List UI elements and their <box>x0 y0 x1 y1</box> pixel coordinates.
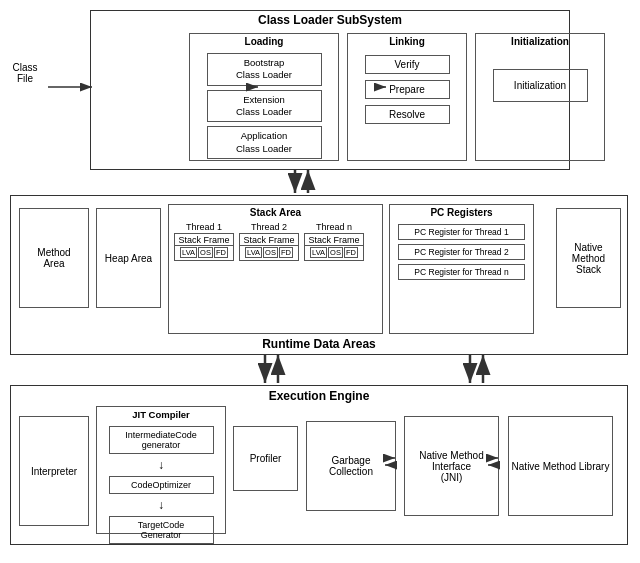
thread-1-col: Thread 1 Stack Frame LVA OS FD <box>174 222 234 261</box>
verify-box: Verify <box>365 55 450 74</box>
stack-frame-label-n: Stack Frame <box>305 235 363 245</box>
lva-2: LVA <box>245 247 262 258</box>
initialization-box: Initialization <box>493 69 588 102</box>
loading-title: Loading <box>190 34 338 49</box>
execution-engine: Execution Engine Interpreter JIT Compile… <box>10 385 628 545</box>
stack-frame-n: Stack Frame LVA OS FD <box>304 233 364 261</box>
prepare-box: Prepare <box>365 80 450 99</box>
garbage-collection: GarbageCollection <box>306 421 396 511</box>
stack-cells-n: LVA OS FD <box>305 245 363 259</box>
jit-compiler: JIT Compiler IntermediateCodegenerator ↓… <box>96 406 226 534</box>
pc-thread-n: PC Register for Thread n <box>398 264 525 280</box>
jit-arrow-1: ↓ <box>158 458 164 472</box>
application-loader: ApplicationClass Loader <box>207 126 322 159</box>
initialization-title: Initialization <box>476 34 604 49</box>
native-method-interface: Native MethodInterface(JNI) <box>404 416 499 516</box>
initialization-section: Initialization Initialization <box>475 33 605 161</box>
class-loader-subsystem: Class Loader SubSystem Loading Bootstrap… <box>90 10 570 170</box>
stack-cells-1: LVA OS FD <box>175 245 233 259</box>
thread-n-col: Thread n Stack Frame LVA OS FD <box>304 222 364 261</box>
target-code-generator: TargetCodeGenerator <box>109 516 214 544</box>
os-2: OS <box>263 247 278 258</box>
linking-boxes: Verify Prepare Resolve <box>348 49 466 130</box>
os-n: OS <box>328 247 343 258</box>
pc-registers-title: PC Registers <box>390 205 533 220</box>
pc-thread-2: PC Register for Thread 2 <box>398 244 525 260</box>
loading-section: Loading BootstrapClass Loader ExtensionC… <box>189 33 339 161</box>
stack-frame-2: Stack Frame LVA OS FD <box>239 233 299 261</box>
resolve-box: Resolve <box>365 105 450 124</box>
stack-frame-1: Stack Frame LVA OS FD <box>174 233 234 261</box>
runtime-title: Runtime Data Areas <box>11 337 627 351</box>
extension-loader: ExtensionClass Loader <box>207 90 322 123</box>
heap-area: Heap Area <box>96 208 161 308</box>
native-method-library: Native Method Library <box>508 416 613 516</box>
lva-1: LVA <box>180 247 197 258</box>
intermediate-code-generator: IntermediateCodegenerator <box>109 426 214 454</box>
thread-2-label: Thread 2 <box>251 222 287 232</box>
threads-row: Thread 1 Stack Frame LVA OS FD Thread 2 … <box>169 220 382 263</box>
jit-boxes: IntermediateCodegenerator ↓ CodeOptimize… <box>97 422 225 548</box>
thread-1-label: Thread 1 <box>186 222 222 232</box>
fd-n: FD <box>344 247 358 258</box>
linking-title: Linking <box>348 34 466 49</box>
stack-frame-label-1: Stack Frame <box>175 235 233 245</box>
lva-n: LVA <box>310 247 327 258</box>
fd-1: FD <box>214 247 228 258</box>
stack-area: Stack Area Thread 1 Stack Frame LVA OS F… <box>168 204 383 334</box>
diagram-container: ClassFile Class Loader SubSystem Loading… <box>0 0 640 563</box>
linking-section: Linking Verify Prepare Resolve <box>347 33 467 161</box>
method-area: MethodArea <box>19 208 89 308</box>
execution-engine-title: Execution Engine <box>11 386 627 403</box>
interpreter: Interpreter <box>19 416 89 526</box>
bootstrap-loader: BootstrapClass Loader <box>207 53 322 86</box>
stack-area-title: Stack Area <box>169 205 382 220</box>
code-optimizer: CodeOptimizer <box>109 476 214 494</box>
loader-boxes: BootstrapClass Loader ExtensionClass Loa… <box>190 49 338 163</box>
runtime-data-areas: MethodArea Heap Area Stack Area Thread 1… <box>10 195 628 355</box>
jit-arrow-2: ↓ <box>158 498 164 512</box>
pc-registers: PC Registers PC Register for Thread 1 PC… <box>389 204 534 334</box>
fd-2: FD <box>279 247 293 258</box>
thread-n-label: Thread n <box>316 222 352 232</box>
thread-2-col: Thread 2 Stack Frame LVA OS FD <box>239 222 299 261</box>
class-loader-title: Class Loader SubSystem <box>91 13 569 27</box>
stack-cells-2: LVA OS FD <box>240 245 298 259</box>
profiler: Profiler <box>233 426 298 491</box>
stack-frame-label-2: Stack Frame <box>240 235 298 245</box>
pc-thread-1: PC Register for Thread 1 <box>398 224 525 240</box>
jit-title: JIT Compiler <box>97 407 225 422</box>
native-method-stack: NativeMethodStack <box>556 208 621 308</box>
class-file-label: ClassFile <box>5 62 45 84</box>
os-1: OS <box>198 247 213 258</box>
